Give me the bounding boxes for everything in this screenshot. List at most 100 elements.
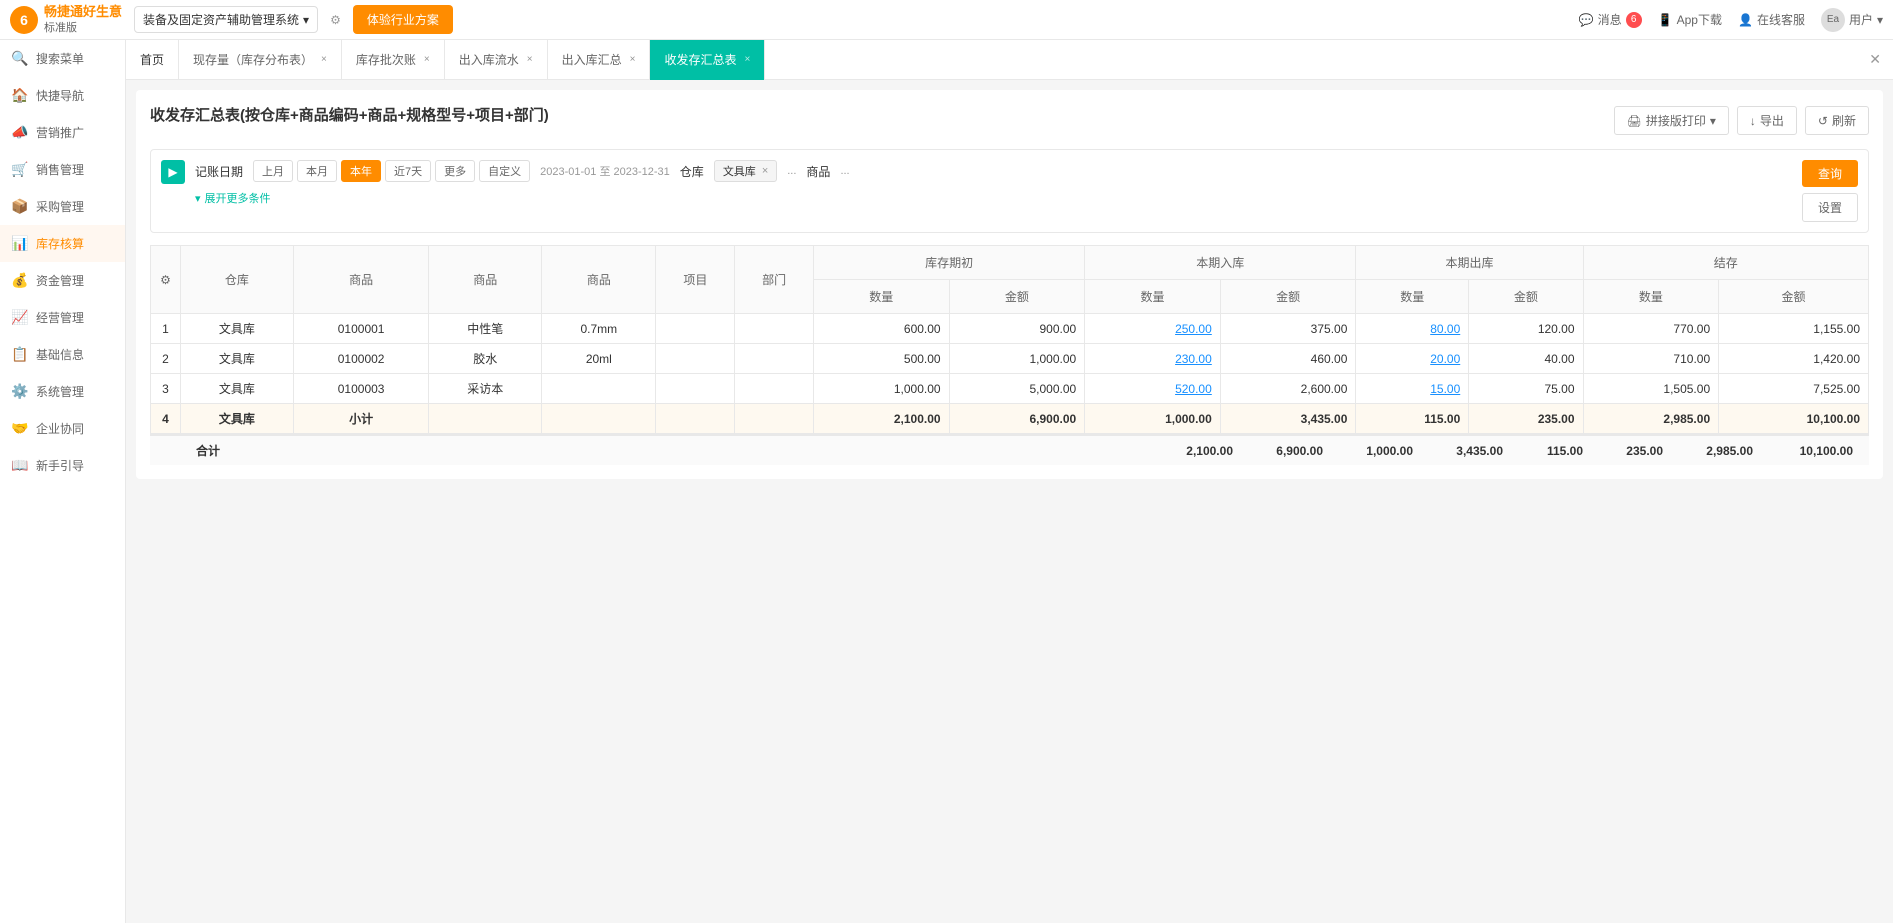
table-cell-out-qty[interactable]: 15.00 — [1356, 374, 1469, 404]
sidebar-item-system[interactable]: ⚙️ 系统管理 — [0, 373, 125, 410]
tab-close-in-out-summary[interactable]: × — [630, 54, 636, 65]
warehouse-more-btn[interactable]: ... — [787, 165, 796, 177]
table-cell-product-spec: 20ml — [542, 344, 656, 374]
th-opening: 库存期初 — [814, 246, 1085, 280]
table-cell-in-amt: 3,435.00 — [1220, 404, 1356, 434]
table-cell-out-amt: 235.00 — [1469, 404, 1583, 434]
online-service-item[interactable]: 👤 在线客服 — [1738, 11, 1805, 28]
home-icon: 🏠 — [12, 88, 28, 104]
table-cell-product-name: 采访本 — [429, 374, 542, 404]
table-footer: 合计 2,100.00 6,900.00 1,000.00 3,435.00 1… — [150, 434, 1869, 465]
tab-batch-ledger[interactable]: 库存批次账 × — [342, 40, 445, 80]
expand-btn[interactable]: ▾ 展开更多条件 — [195, 190, 1792, 206]
table-cell-in-amt: 460.00 — [1220, 344, 1356, 374]
th-closing: 结存 — [1583, 246, 1868, 280]
close-page-btn[interactable]: ✕ — [1857, 51, 1893, 68]
finance-icon: 💰 — [12, 273, 28, 289]
settings-icon[interactable]: ⚙ — [330, 13, 341, 27]
table-cell-product-spec — [542, 374, 656, 404]
tab-close-inventory-dist[interactable]: × — [321, 54, 327, 65]
tab-close-receive-send-summary[interactable]: × — [744, 54, 750, 65]
sidebar-item-sales[interactable]: 🛒 销售管理 — [0, 151, 125, 188]
message-item[interactable]: 💬 消息 6 — [1579, 11, 1642, 28]
date-btn-prev-month[interactable]: 上月 — [253, 160, 293, 182]
refresh-btn[interactable]: ↺ 刷新 — [1805, 106, 1869, 135]
settings-filter-btn[interactable]: 设置 — [1802, 193, 1858, 222]
header-right: 💬 消息 6 📱 App下载 👤 在线客服 Ea 用户 ▾ — [1579, 8, 1883, 32]
date-btn-custom[interactable]: 自定义 — [479, 160, 530, 182]
table-cell-opening-amt: 1,000.00 — [949, 344, 1085, 374]
sidebar-item-enterprise[interactable]: 🤝 企业协同 — [0, 410, 125, 447]
operation-icon: 📈 — [12, 310, 28, 326]
enterprise-icon: 🤝 — [12, 421, 28, 437]
table-cell-warehouse: 文具库 — [181, 314, 294, 344]
export-btn[interactable]: ↓ 导出 — [1737, 106, 1797, 135]
try-btn[interactable]: 体验行业方案 — [353, 5, 453, 34]
table-cell-department — [735, 344, 814, 374]
footer-closing-amt: 10,100.00 — [1761, 444, 1861, 458]
table-cell-product-code: 小计 — [293, 404, 429, 434]
date-btn-this-month[interactable]: 本月 — [297, 160, 337, 182]
content-wrapper: 收发存汇总表(按仓库+商品编码+商品+规格型号+项目+部门) 🖨 拼接版打印 ▾… — [136, 90, 1883, 479]
sidebar-item-marketing[interactable]: 📣 营销推广 — [0, 114, 125, 151]
main-layout: 🔍 搜索菜单 🏠 快捷导航 📣 营销推广 🛒 销售管理 📦 采购管理 📊 — [0, 40, 1893, 923]
table-cell-project — [656, 374, 735, 404]
col-settings-btn[interactable]: ⚙ — [151, 246, 181, 314]
user-chevron-icon: ▾ — [1877, 13, 1883, 27]
table-cell-project — [656, 314, 735, 344]
tab-in-out-flow[interactable]: 出入库流水 × — [445, 40, 548, 80]
table-cell-closing-qty: 710.00 — [1583, 344, 1719, 374]
table-cell-in-amt: 375.00 — [1220, 314, 1356, 344]
date-btn-this-year[interactable]: 本年 — [341, 160, 381, 182]
table-cell-out-qty[interactable]: 20.00 — [1356, 344, 1469, 374]
system-selector[interactable]: 装备及固定资产辅助管理系统 ▾ — [134, 6, 318, 33]
table-cell-in-qty[interactable]: 250.00 — [1085, 314, 1221, 344]
sidebar-item-quick-nav[interactable]: 🏠 快捷导航 — [0, 77, 125, 114]
footer-in-amt: 3,435.00 — [1421, 444, 1511, 458]
tab-close-batch-ledger[interactable]: × — [424, 54, 430, 65]
logo-icon: 6 — [10, 6, 38, 34]
th-closing-amt: 金额 — [1719, 280, 1869, 314]
date-btn-7days[interactable]: 近7天 — [385, 160, 431, 182]
warehouse-tag: 文具库 × — [714, 160, 777, 182]
warehouse-tag-close[interactable]: × — [762, 165, 768, 177]
filter-toggle-btn[interactable]: ▶ — [161, 160, 185, 184]
th-in: 本期入库 — [1085, 246, 1356, 280]
th-warehouse: 仓库 — [181, 246, 294, 314]
sidebar-item-basic-info[interactable]: 📋 基础信息 — [0, 336, 125, 373]
th-product-spec: 商品 — [542, 246, 656, 314]
table-cell-warehouse: 文具库 — [181, 344, 294, 374]
table-cell-out-amt: 120.00 — [1469, 314, 1583, 344]
basic-info-icon: 📋 — [12, 347, 28, 363]
sidebar-item-finance[interactable]: 💰 资金管理 — [0, 262, 125, 299]
tab-close-in-out-flow[interactable]: × — [527, 54, 533, 65]
user-area[interactable]: Ea 用户 ▾ — [1821, 8, 1883, 32]
tab-home[interactable]: 首页 — [126, 40, 179, 80]
date-btn-more[interactable]: 更多 — [435, 160, 475, 182]
sidebar-item-inventory[interactable]: 📊 库存核算 — [0, 225, 125, 262]
table-cell-out-amt: 75.00 — [1469, 374, 1583, 404]
tab-in-out-summary[interactable]: 出入库汇总 × — [548, 40, 651, 80]
table-cell-product-code: 0100003 — [293, 374, 429, 404]
product-more-btn[interactable]: ... — [840, 165, 849, 177]
tab-receive-send-summary[interactable]: 收发存汇总表 × — [650, 40, 765, 80]
th-out-amt: 金额 — [1469, 280, 1583, 314]
table-cell-index: 3 — [151, 374, 181, 404]
sidebar-item-purchase[interactable]: 📦 采购管理 — [0, 188, 125, 225]
table-cell-in-qty[interactable]: 520.00 — [1085, 374, 1221, 404]
print-btn[interactable]: 🖨 拼接版打印 ▾ — [1614, 106, 1729, 135]
app-download-item[interactable]: 📱 App下载 — [1658, 11, 1722, 28]
table-cell-out-qty[interactable]: 80.00 — [1356, 314, 1469, 344]
sidebar-item-operation[interactable]: 📈 经营管理 — [0, 299, 125, 336]
table-cell-closing-amt: 10,100.00 — [1719, 404, 1869, 434]
sidebar-item-guide[interactable]: 📖 新手引导 — [0, 447, 125, 484]
table-cell-warehouse: 文具库 — [181, 404, 294, 434]
tab-inventory-dist[interactable]: 现存量（库存分布表） × — [179, 40, 342, 80]
sidebar-item-search[interactable]: 🔍 搜索菜单 — [0, 40, 125, 77]
print-icon: 🖨 — [1627, 114, 1642, 128]
sales-icon: 🛒 — [12, 162, 28, 178]
table-cell-index: 2 — [151, 344, 181, 374]
query-btn[interactable]: 查询 — [1802, 160, 1858, 187]
table-cell-in-qty[interactable]: 230.00 — [1085, 344, 1221, 374]
avatar: Ea — [1821, 8, 1845, 32]
